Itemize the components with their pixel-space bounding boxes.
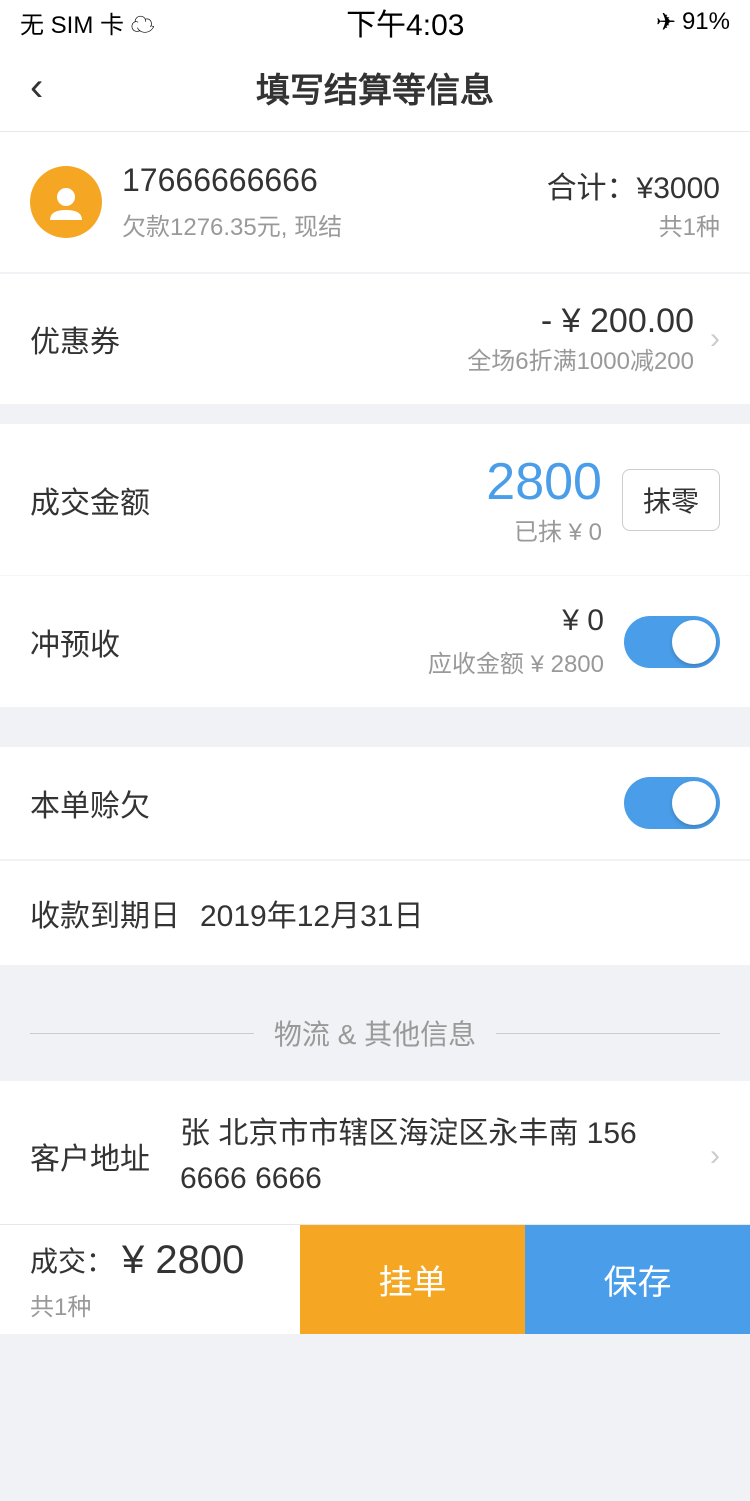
sim-status: 无 SIM 卡 ☁ xyxy=(20,5,155,40)
bottom-summary: 成交： ¥ 2800 共1种 xyxy=(0,1238,300,1322)
address-value: 张 北京市市辖区海淀区永丰南 156 6666 6666 xyxy=(180,1111,710,1201)
address-row[interactable]: 客户地址 张 北京市市辖区海淀区永丰南 156 6666 6666 › xyxy=(0,1081,750,1231)
chong-amount-wrap: ¥ 0 应收金额 ¥ 2800 xyxy=(428,604,604,679)
hang-button[interactable]: 挂单 xyxy=(300,1225,525,1334)
round-zero-button[interactable]: 抹零 xyxy=(622,469,720,531)
already-offset: 已抹 ¥ 0 xyxy=(486,512,602,547)
bottom-deal: 成交： ¥ 2800 xyxy=(30,1238,270,1283)
chong-sub: 应收金额 ¥ 2800 xyxy=(428,644,604,679)
status-bar: 无 SIM 卡 ☁ 下午4:03 ✈ 91% xyxy=(0,0,750,44)
page-title: 填写结算等信息 xyxy=(256,63,494,112)
total-count: 共1种 xyxy=(547,207,720,242)
coupon-chevron-icon: › xyxy=(710,322,720,356)
chong-pre-row: 冲预收 ¥ 0 应收金额 ¥ 2800 xyxy=(0,576,750,707)
back-button[interactable]: ‹ xyxy=(30,65,43,110)
nav-bar: ‹ 填写结算等信息 xyxy=(0,44,750,132)
bottom-deal-amount: ¥ 2800 xyxy=(122,1238,244,1283)
duedate-label: 收款到期日 xyxy=(30,891,180,935)
status-time: 下午4:03 xyxy=(346,0,464,44)
duedate-value: 2019年12月31日 xyxy=(200,891,423,935)
status-left: 无 SIM 卡 ☁ xyxy=(20,5,155,40)
coupon-amount: - ¥ 200.00 xyxy=(541,302,694,341)
bendanqueyu-row: 本单赊欠 xyxy=(0,747,750,859)
coupon-label: 优惠券 xyxy=(30,317,120,361)
bendanqueyu-toggle[interactable] xyxy=(624,777,720,829)
logistics-title: 物流 & 其他信息 xyxy=(274,1013,476,1053)
customer-right: 合计：¥3000 共1种 xyxy=(547,163,720,242)
transaction-amount: 2800 xyxy=(486,452,602,512)
address-chevron-icon: › xyxy=(710,1139,720,1173)
form-section-transaction: 成交金额 2800 已抹 ¥ 0 抹零 冲预收 ¥ 0 应收金额 ¥ 2800 xyxy=(0,424,750,707)
customer-left: 17666666666 欠款1276.35元, 现结 xyxy=(30,162,342,242)
customer-debt: 欠款1276.35元, 现结 xyxy=(122,207,342,242)
toggle-knob xyxy=(672,620,716,664)
status-right: ✈ 91% xyxy=(656,8,730,37)
coupon-desc: 全场6折满1000减200 xyxy=(467,341,694,376)
transaction-row: 成交金额 2800 已抹 ¥ 0 抹零 xyxy=(0,424,750,576)
duedate-row: 收款到期日 2019年12月31日 xyxy=(0,861,750,965)
battery-status: 91% xyxy=(682,8,730,36)
logistics-line-right xyxy=(496,1033,720,1034)
chong-amount: ¥ 0 xyxy=(562,604,604,638)
logistics-line-left xyxy=(30,1033,254,1034)
transaction-right: 2800 已抹 ¥ 0 抹零 xyxy=(486,452,720,547)
location-icon: ✈ xyxy=(656,8,676,37)
customer-info: 17666666666 欠款1276.35元, 现结 xyxy=(122,162,342,242)
address-label: 客户地址 xyxy=(30,1134,150,1178)
coupon-text: - ¥ 200.00 全场6折满1000减200 xyxy=(467,302,694,376)
avatar xyxy=(30,166,102,238)
section-divider-1 xyxy=(0,404,750,424)
bottom-count: 共1种 xyxy=(30,1287,270,1322)
total-amount: 合计：¥3000 xyxy=(547,163,720,207)
coupon-right: - ¥ 200.00 全场6折满1000减200 › xyxy=(467,302,720,376)
transaction-label: 成交金额 xyxy=(30,478,150,522)
logistics-header: 物流 & 其他信息 xyxy=(0,985,750,1081)
bottom-deal-label: 成交： xyxy=(30,1240,114,1280)
transaction-amount-wrap: 2800 已抹 ¥ 0 xyxy=(486,452,602,547)
bendanqueyu-toggle-knob xyxy=(672,781,716,825)
bottom-buttons: 挂单 保存 xyxy=(300,1225,750,1334)
logistics-section: 物流 & 其他信息 xyxy=(0,985,750,1081)
save-button[interactable]: 保存 xyxy=(525,1225,750,1334)
customer-card: 17666666666 欠款1276.35元, 现结 合计：¥3000 共1种 xyxy=(0,132,750,272)
chong-right: ¥ 0 应收金额 ¥ 2800 xyxy=(428,604,720,679)
bottom-bar: 成交： ¥ 2800 共1种 挂单 保存 xyxy=(0,1224,750,1334)
bendanqueyu-label: 本单赊欠 xyxy=(30,781,150,825)
coupon-row[interactable]: 优惠券 - ¥ 200.00 全场6折满1000减200 › xyxy=(0,274,750,404)
section-divider-2 xyxy=(0,707,750,727)
customer-phone: 17666666666 xyxy=(122,162,342,199)
chong-toggle[interactable] xyxy=(624,616,720,668)
chong-pre-label: 冲预收 xyxy=(30,620,120,664)
